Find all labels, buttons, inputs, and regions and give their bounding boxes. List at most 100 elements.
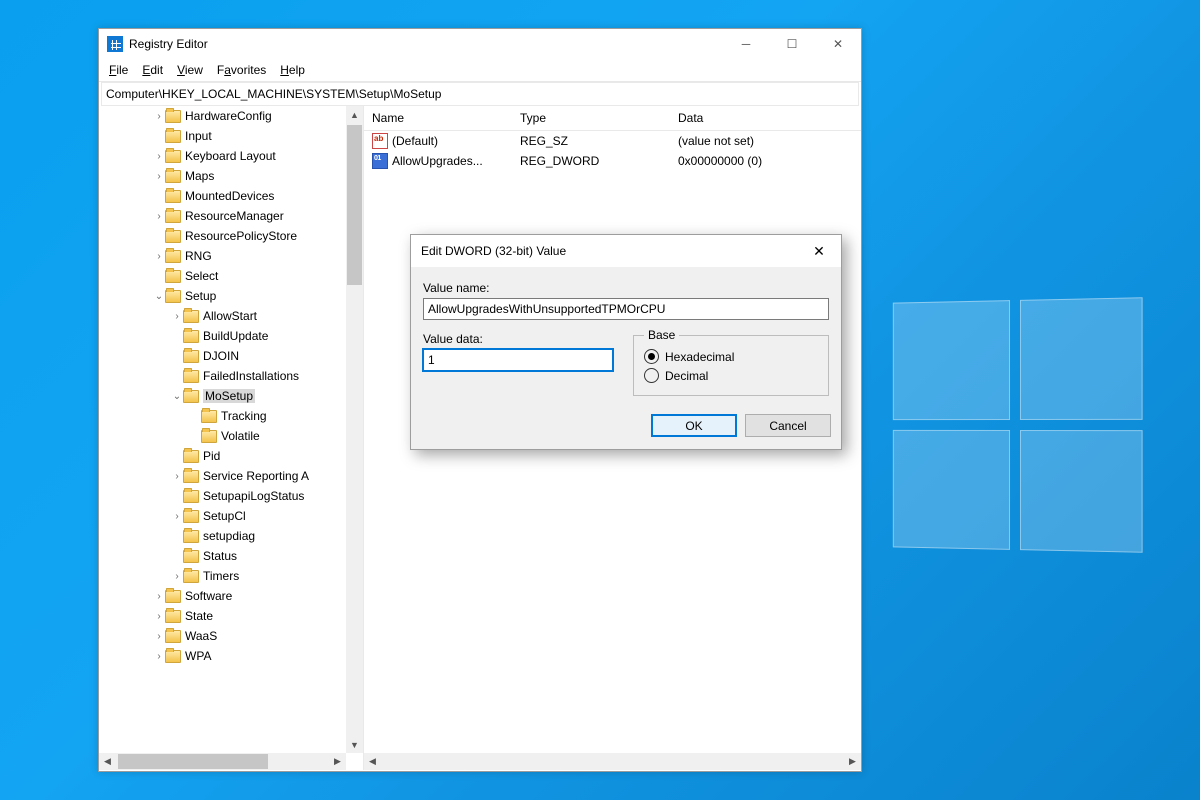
folder-icon [165, 250, 181, 263]
expander-icon[interactable]: › [153, 211, 165, 222]
minimize-button[interactable]: ─ [723, 29, 769, 59]
tree-node[interactable]: Pid [99, 446, 346, 466]
dialog-title: Edit DWORD (32-bit) Value [421, 244, 566, 258]
scroll-thumb[interactable] [347, 125, 362, 285]
tree-label: BuildUpdate [203, 329, 268, 343]
expander-icon[interactable]: › [153, 111, 165, 122]
address-bar[interactable]: Computer\HKEY_LOCAL_MACHINE\SYSTEM\Setup… [101, 82, 859, 106]
tree-node[interactable]: ›Software [99, 586, 346, 606]
value-name-field[interactable] [423, 298, 829, 320]
maximize-button[interactable]: ☐ [769, 29, 815, 59]
folder-icon [183, 550, 199, 563]
expander-icon[interactable]: › [153, 591, 165, 602]
scroll-right-icon[interactable]: ▶ [844, 753, 861, 770]
expander-icon[interactable]: › [171, 311, 183, 322]
cancel-button[interactable]: Cancel [745, 414, 831, 437]
tree-label: Maps [185, 169, 214, 183]
tree-node[interactable]: ›ResourceManager [99, 206, 346, 226]
folder-icon [201, 430, 217, 443]
list-row[interactable]: AllowUpgrades...REG_DWORD0x00000000 (0) [364, 151, 861, 171]
tree-node[interactable]: Status [99, 546, 346, 566]
col-type[interactable]: Type [512, 111, 670, 125]
expander-icon[interactable]: › [153, 631, 165, 642]
expander-icon[interactable]: › [171, 571, 183, 582]
value-data-field[interactable] [423, 349, 613, 371]
expander-icon[interactable]: › [171, 471, 183, 482]
tree-node[interactable]: ›HardwareConfig [99, 106, 346, 126]
tree-node[interactable]: SetupapiLogStatus [99, 486, 346, 506]
col-name[interactable]: Name [364, 111, 512, 125]
tree-label: Setup [185, 289, 216, 303]
tree-node[interactable]: DJOIN [99, 346, 346, 366]
expander-icon[interactable]: › [153, 151, 165, 162]
radio-dec[interactable]: Decimal [644, 368, 818, 383]
expander-icon[interactable]: › [153, 171, 165, 182]
tree-node[interactable]: ⌄ Setup [99, 286, 346, 306]
menu-view[interactable]: View [171, 61, 209, 79]
tree-node[interactable]: ›Timers [99, 566, 346, 586]
menu-favorites[interactable]: Favorites [211, 61, 272, 79]
radio-hex-label: Hexadecimal [665, 350, 734, 364]
tree-label: Input [185, 129, 212, 143]
expander-icon[interactable]: › [153, 611, 165, 622]
expander-icon[interactable]: ⌄ [171, 391, 183, 402]
tree-label: Select [185, 269, 218, 283]
tree-node[interactable]: Select [99, 266, 346, 286]
list-header[interactable]: Name Type Data [364, 106, 861, 131]
menu-file[interactable]: File [103, 61, 134, 79]
tree-node[interactable]: ›Keyboard Layout [99, 146, 346, 166]
tree-node[interactable]: Tracking [99, 406, 346, 426]
tree-hscrollbar[interactable]: ◀ ▶ [99, 753, 346, 770]
scroll-left-icon[interactable]: ◀ [99, 753, 116, 770]
folder-icon [165, 590, 181, 603]
tree-node[interactable]: ResourcePolicyStore [99, 226, 346, 246]
tree-node[interactable]: › WaaS [99, 626, 346, 646]
scroll-right-icon[interactable]: ▶ [329, 753, 346, 770]
tree-label: State [185, 609, 213, 623]
scroll-thumb[interactable] [118, 754, 268, 769]
dialog-close-button[interactable]: ✕ [797, 243, 841, 260]
expander-icon[interactable]: › [171, 511, 183, 522]
folder-icon [183, 390, 199, 403]
tree-node[interactable]: › Maps [99, 166, 346, 186]
menu-help[interactable]: Help [274, 61, 311, 79]
menu-edit[interactable]: Edit [136, 61, 169, 79]
close-button[interactable]: ✕ [815, 29, 861, 59]
tree-label: WaaS [185, 629, 217, 643]
list-row[interactable]: (Default)REG_SZ(value not set) [364, 131, 861, 151]
scroll-left-icon[interactable]: ◀ [364, 753, 381, 770]
scroll-up-icon[interactable]: ▲ [346, 106, 363, 123]
tree-node[interactable]: ›Service Reporting A [99, 466, 346, 486]
scroll-down-icon[interactable]: ▼ [346, 736, 363, 753]
expander-icon[interactable]: ⌄ [153, 291, 165, 302]
tree-node[interactable]: setupdiag [99, 526, 346, 546]
tree-node[interactable]: FailedInstallations [99, 366, 346, 386]
expander-icon[interactable]: › [153, 651, 165, 662]
tree-node[interactable]: ⌄ MoSetup [99, 386, 346, 406]
tree-node[interactable]: › State [99, 606, 346, 626]
tree-node[interactable]: MountedDevices [99, 186, 346, 206]
dialog-titlebar[interactable]: Edit DWORD (32-bit) Value ✕ [411, 235, 841, 267]
radio-hex[interactable]: Hexadecimal [644, 349, 818, 364]
tree-node[interactable]: Input [99, 126, 346, 146]
value-name: (Default) [392, 134, 438, 148]
tree-label: MoSetup [203, 389, 255, 403]
folder-icon [183, 330, 199, 343]
tree-node[interactable]: ›WPA [99, 646, 346, 666]
tree-node[interactable]: ›AllowStart [99, 306, 346, 326]
folder-icon [165, 290, 181, 303]
tree-vscrollbar[interactable]: ▲ ▼ [346, 106, 363, 753]
titlebar[interactable]: Registry Editor ─ ☐ ✕ [99, 29, 861, 59]
expander-icon[interactable]: › [153, 251, 165, 262]
tree-node[interactable]: BuildUpdate [99, 326, 346, 346]
tree-node[interactable]: Volatile [99, 426, 346, 446]
tree-node[interactable]: ›RNG [99, 246, 346, 266]
col-data[interactable]: Data [670, 111, 861, 125]
base-legend: Base [644, 328, 679, 342]
tree-label: SetupapiLogStatus [203, 489, 304, 503]
folder-icon [165, 210, 181, 223]
tree-node[interactable]: ›SetupCl [99, 506, 346, 526]
list-hscrollbar[interactable]: ◀ ▶ [364, 753, 861, 770]
ok-button[interactable]: OK [651, 414, 737, 437]
folder-icon [165, 190, 181, 203]
